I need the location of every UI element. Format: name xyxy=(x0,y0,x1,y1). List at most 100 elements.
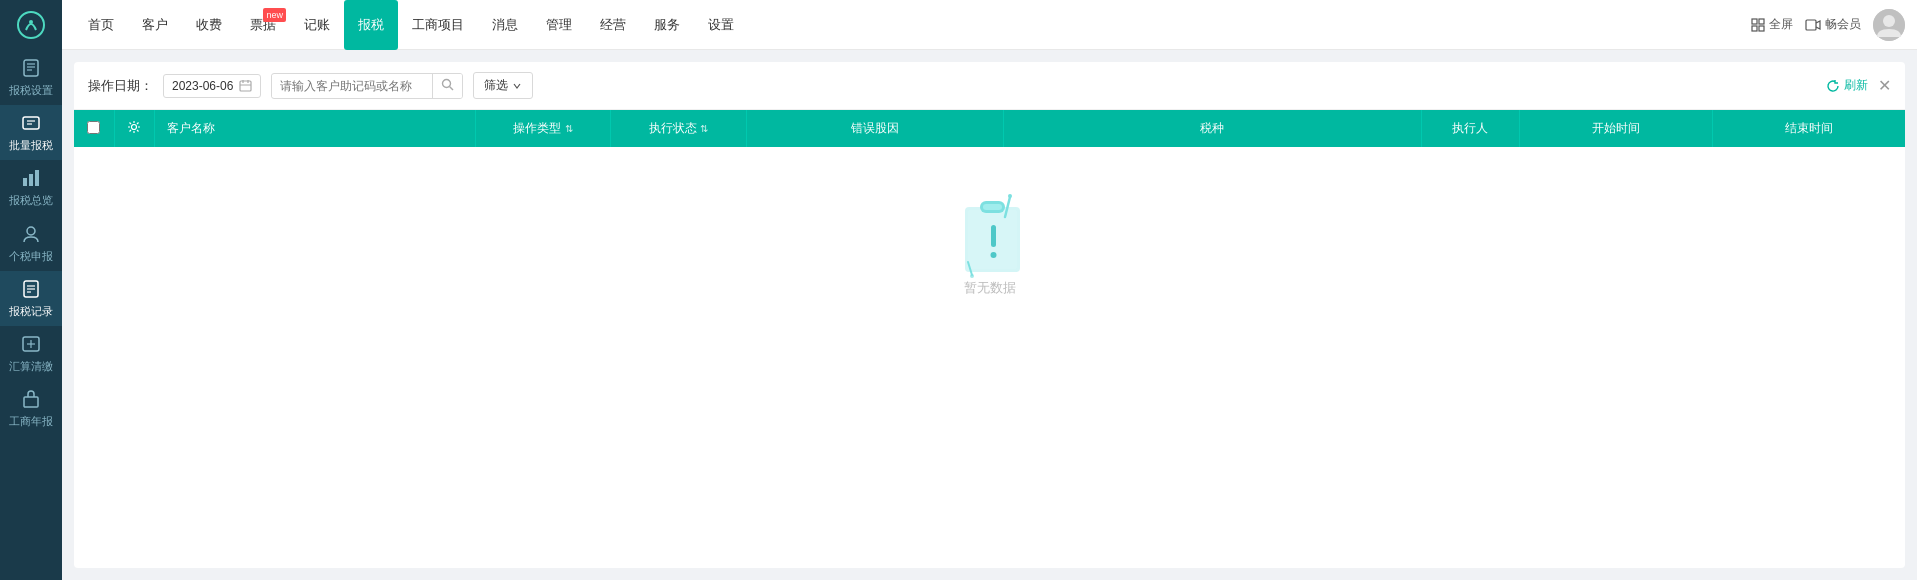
sidebar-item-gongshang-nianbao-label: 工商年报 xyxy=(9,415,53,428)
table-header-start-time: 开始时间 xyxy=(1519,110,1712,147)
nav-shoufei[interactable]: 收费 xyxy=(182,0,236,50)
svg-rect-22 xyxy=(1759,19,1764,24)
table-header-gear[interactable] xyxy=(114,110,154,147)
sidebar-item-huisuan-jiaona[interactable]: 汇算清缴 xyxy=(0,326,62,381)
refresh-button[interactable]: 刷新 xyxy=(1826,77,1868,94)
search-button[interactable] xyxy=(432,74,462,98)
empty-icon xyxy=(950,187,1030,267)
select-all-checkbox[interactable] xyxy=(87,121,100,134)
chevron-down-icon xyxy=(512,81,522,91)
nav-piaoju[interactable]: 票据 new xyxy=(236,0,290,50)
empty-state: 暂无数据 xyxy=(74,147,1905,337)
svg-point-42 xyxy=(1008,194,1012,198)
nav-shezhi[interactable]: 设置 xyxy=(694,0,748,50)
table-header-operation-type: 操作类型 ⇅ xyxy=(475,110,611,147)
svg-rect-9 xyxy=(23,178,27,186)
baoshui-zonglan-icon xyxy=(21,168,41,191)
refresh-icon xyxy=(1826,79,1840,93)
svg-point-12 xyxy=(27,227,35,235)
member-button[interactable]: 畅会员 xyxy=(1805,16,1861,33)
search-icon xyxy=(441,78,454,91)
svg-rect-23 xyxy=(1752,26,1757,31)
sidebar-logo xyxy=(0,0,62,50)
member-label: 畅会员 xyxy=(1825,16,1861,33)
search-input[interactable] xyxy=(272,75,432,97)
huisuan-jiaona-icon xyxy=(21,334,41,357)
video-icon xyxy=(1805,18,1821,32)
baoshui-jilu-icon xyxy=(21,279,41,302)
svg-line-33 xyxy=(450,86,454,90)
filter-label: 筛选 xyxy=(484,77,508,94)
piliang-baoshui-icon xyxy=(21,113,41,136)
sidebar-item-geshuishenb-label: 个税申报 xyxy=(9,250,53,263)
nav-xiaoxi[interactable]: 消息 xyxy=(478,0,532,50)
date-input[interactable]: 2023-06-06 xyxy=(163,74,261,98)
fullscreen-label: 全屏 xyxy=(1769,16,1793,33)
svg-point-44 xyxy=(970,274,974,278)
content-card: 操作日期： 2023-06-06 筛选 xyxy=(74,62,1905,568)
sidebar-item-baoshui-zonglan[interactable]: 报税总览 xyxy=(0,160,62,215)
svg-point-34 xyxy=(132,125,137,130)
table-header-customer-name: 客户名称 xyxy=(154,110,475,147)
date-label: 操作日期： xyxy=(88,77,153,95)
svg-point-27 xyxy=(1883,15,1895,27)
table-header-tax-type: 税种 xyxy=(1004,110,1422,147)
sidebar: 报税设置 批量报税 报税总览 个税申报 报税记录 汇算清缴 工商年报 xyxy=(0,0,62,580)
filter-button[interactable]: 筛选 xyxy=(473,72,533,99)
svg-rect-10 xyxy=(29,174,33,186)
table-header-checkbox xyxy=(74,110,114,147)
sidebar-item-baoshui-shezhi-label: 报税设置 xyxy=(9,84,53,97)
sidebar-item-piliang-baoshui-label: 批量报税 xyxy=(9,139,53,152)
table-header-exec-status: 执行状态 ⇅ xyxy=(611,110,747,147)
sidebar-item-baoshui-zonglan-label: 报税总览 xyxy=(9,194,53,207)
table-container: 客户名称 操作类型 ⇅ 执行状态 ⇅ 错误股因 税种 执行人 开始时间 结束时间 xyxy=(74,110,1905,568)
sidebar-item-gongshang-nianbao[interactable]: 工商年报 xyxy=(0,381,62,436)
data-table: 客户名称 操作类型 ⇅ 执行状态 ⇅ 错误股因 税种 执行人 开始时间 结束时间 xyxy=(74,110,1905,147)
refresh-label: 刷新 xyxy=(1844,77,1868,94)
svg-rect-39 xyxy=(991,225,996,247)
sidebar-item-baoshui-shezhi[interactable]: 报税设置 xyxy=(0,50,62,105)
search-box xyxy=(271,73,463,99)
gear-icon xyxy=(127,120,141,134)
toolbar: 操作日期： 2023-06-06 筛选 xyxy=(74,62,1905,110)
sidebar-item-baoshui-jilu[interactable]: 报税记录 xyxy=(0,271,62,326)
fullscreen-icon xyxy=(1751,18,1765,32)
gongshang-nianbao-icon xyxy=(21,389,41,412)
toolbar-right: 刷新 ✕ xyxy=(1826,76,1891,95)
main-area: 首页 客户 收费 票据 new 记账 报税 工商项目 消息 管理 经营 xyxy=(62,0,1917,580)
svg-point-32 xyxy=(443,79,451,87)
nav-jizhang[interactable]: 记账 xyxy=(290,0,344,50)
svg-rect-24 xyxy=(1759,26,1764,31)
svg-rect-25 xyxy=(1806,20,1816,30)
top-navigation: 首页 客户 收费 票据 new 记账 报税 工商项目 消息 管理 经营 xyxy=(62,0,1917,50)
svg-rect-20 xyxy=(24,397,38,407)
close-button[interactable]: ✕ xyxy=(1878,76,1891,95)
nav-customer[interactable]: 客户 xyxy=(128,0,182,50)
sidebar-item-piliang-baoshui[interactable]: 批量报税 xyxy=(0,105,62,160)
svg-rect-11 xyxy=(35,170,39,186)
table-header-error-reason: 错误股因 xyxy=(746,110,1003,147)
svg-rect-21 xyxy=(1752,19,1757,24)
new-badge: new xyxy=(263,8,286,22)
nav-gongshang[interactable]: 工商项目 xyxy=(398,0,478,50)
nav-baoshui[interactable]: 报税 xyxy=(344,0,398,50)
svg-rect-38 xyxy=(983,204,1002,210)
sidebar-item-huisuan-jiaona-label: 汇算清缴 xyxy=(9,360,53,373)
nav-jingying[interactable]: 经营 xyxy=(586,0,640,50)
svg-rect-28 xyxy=(240,81,251,91)
table-header-executor: 执行人 xyxy=(1421,110,1519,147)
table-header-end-time: 结束时间 xyxy=(1712,110,1905,147)
calendar-icon xyxy=(239,79,252,92)
nav-homepage[interactable]: 首页 xyxy=(74,0,128,50)
content-area: 操作日期： 2023-06-06 筛选 xyxy=(62,50,1917,580)
sidebar-item-geshuishenb[interactable]: 个税申报 xyxy=(0,216,62,271)
svg-rect-6 xyxy=(23,117,39,129)
svg-rect-2 xyxy=(24,60,38,76)
sidebar-item-baoshui-jilu-label: 报税记录 xyxy=(9,305,53,318)
nav-fuwu[interactable]: 服务 xyxy=(640,0,694,50)
nav-guanli[interactable]: 管理 xyxy=(532,0,586,50)
date-value: 2023-06-06 xyxy=(172,79,233,93)
avatar[interactable] xyxy=(1873,9,1905,41)
topnav-right: 全屏 畅会员 xyxy=(1751,9,1905,41)
fullscreen-button[interactable]: 全屏 xyxy=(1751,16,1793,33)
